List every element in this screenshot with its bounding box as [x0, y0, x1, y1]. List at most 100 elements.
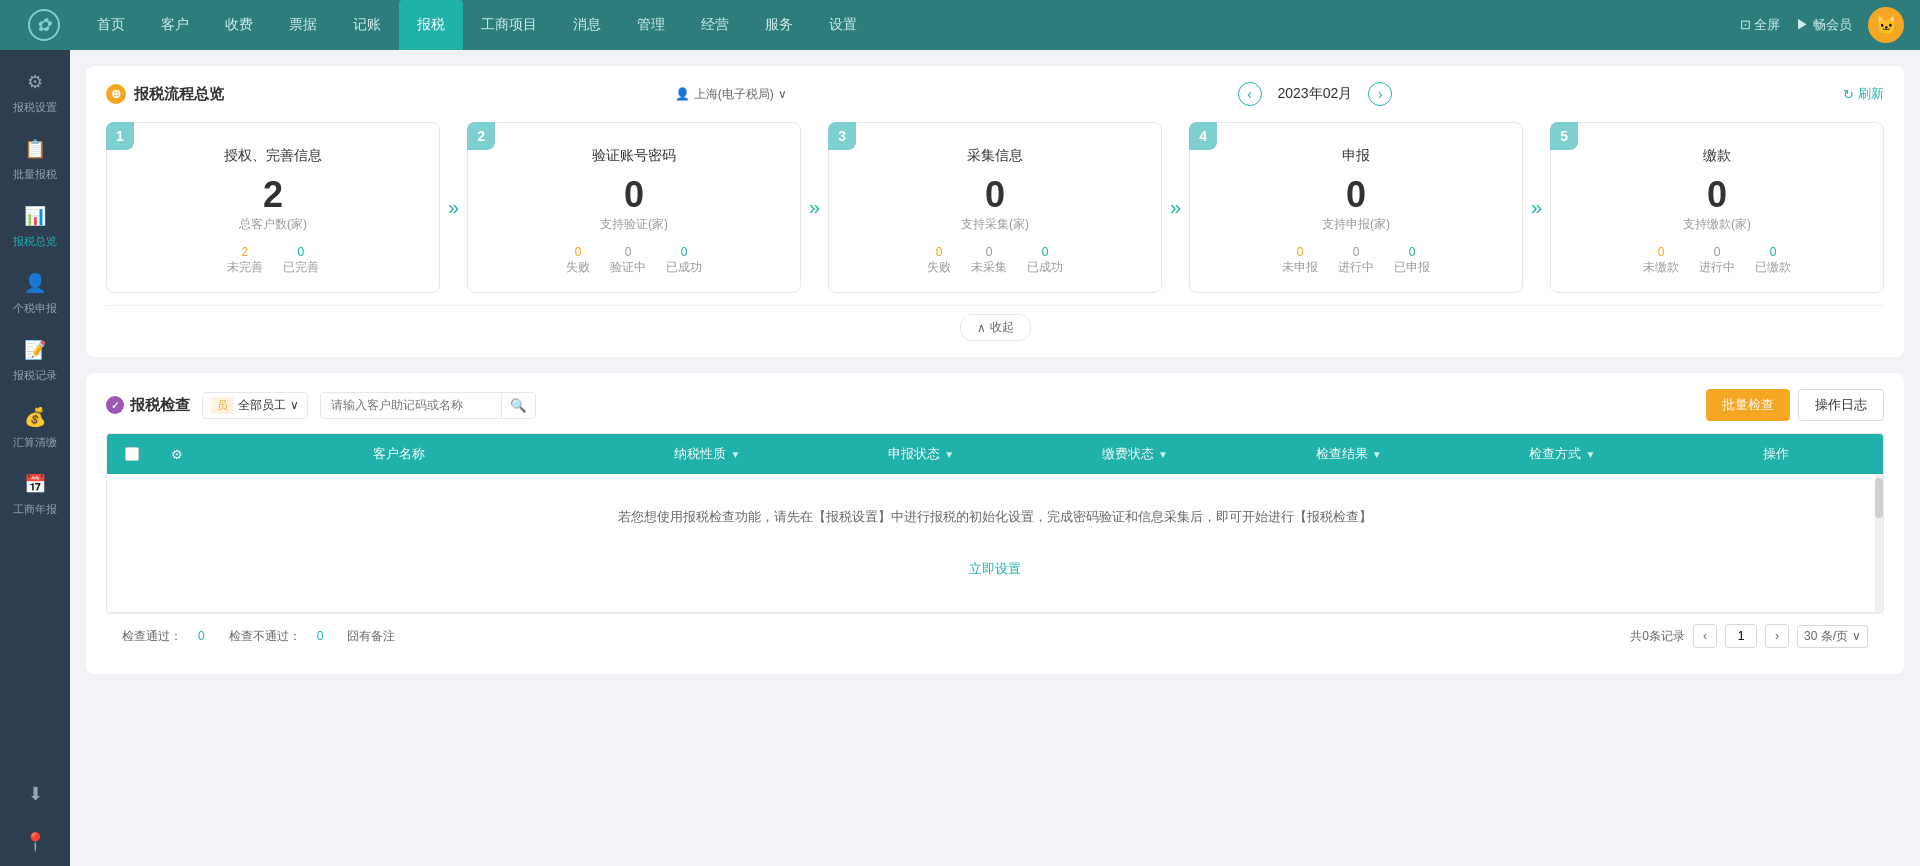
- operation-log-btn[interactable]: 操作日志: [1798, 389, 1884, 421]
- location-icon: 📍: [21, 828, 49, 856]
- chevron-down-icon: ∨: [778, 87, 787, 101]
- sidebar-item-tax-overview[interactable]: 📊 报税总览: [0, 192, 70, 259]
- th-check-result[interactable]: 检查结果 ▼: [1242, 445, 1456, 463]
- sidebar-item-location[interactable]: 📍: [0, 818, 70, 866]
- tax-check-title: 报税检查: [130, 396, 190, 415]
- logo-icon: ✿: [28, 9, 60, 41]
- sidebar-item-annual-settlement[interactable]: 💰 汇算清缴: [0, 393, 70, 460]
- step-3-mid[interactable]: 0未采集: [971, 245, 1007, 276]
- filter-result-icon: ▼: [1372, 449, 1382, 460]
- fail-count[interactable]: 0: [317, 629, 324, 643]
- total-records: 共0条记录: [1630, 628, 1685, 645]
- step-4-fail[interactable]: 0未申报: [1282, 245, 1318, 276]
- refresh-btn[interactable]: ↻ 刷新: [1843, 85, 1884, 103]
- sidebar-item-individual-tax[interactable]: 👤 个税申报: [0, 259, 70, 326]
- step-2-fail[interactable]: 0失败: [566, 245, 590, 276]
- staff-tag: 员: [211, 397, 234, 414]
- collapse-bar: ∧ 收起: [106, 305, 1884, 341]
- per-page-selector[interactable]: 30 条/页 ∨: [1797, 625, 1868, 648]
- nav-settings[interactable]: 设置: [811, 0, 875, 50]
- pass-count[interactable]: 0: [198, 629, 205, 643]
- th-gear[interactable]: ⚙: [157, 447, 197, 462]
- page-input[interactable]: [1725, 624, 1757, 648]
- table-footer: 检查通过： 0 检查不通过： 0 囧有备注 共0条记录 ‹ › 30 条/页 ∨: [106, 613, 1884, 658]
- app-logo[interactable]: ✿: [16, 0, 71, 50]
- nav-fee[interactable]: 收费: [207, 0, 271, 50]
- sidebar-item-download[interactable]: ⬇: [0, 770, 70, 818]
- overview-header: ⊕ 报税流程总览 👤 上海(电子税局) ∨ ‹ 2023年02月 › ↻ 刷新: [106, 82, 1884, 106]
- filter-tax-nature-icon: ▼: [730, 449, 740, 460]
- step-3-stats: 0失败 0未采集 0已成功: [845, 245, 1145, 276]
- header-checkbox[interactable]: [125, 447, 139, 461]
- sidebar: ⚙ 报税设置 📋 批量报税 📊 报税总览 👤 个税申报 📝 报税记录 💰 汇算清…: [0, 50, 70, 866]
- location-text: 上海(电子税局): [694, 86, 774, 103]
- search-button[interactable]: 🔍: [501, 393, 535, 418]
- th-checkbox[interactable]: [107, 447, 157, 461]
- th-declare-status[interactable]: 申报状态 ▼: [814, 445, 1028, 463]
- pass-label: 检查通过：: [122, 628, 182, 645]
- nav-message[interactable]: 消息: [555, 0, 619, 50]
- step-4-mid[interactable]: 0进行中: [1338, 245, 1374, 276]
- next-month-btn[interactable]: ›: [1368, 82, 1392, 106]
- nav-client[interactable]: 客户: [143, 0, 207, 50]
- step-3-success[interactable]: 0已成功: [1027, 245, 1063, 276]
- right-buttons: 批量检查 操作日志: [1706, 389, 1884, 421]
- step-5-fail[interactable]: 0未缴款: [1643, 245, 1679, 276]
- member-btn[interactable]: ▶ 畅会员: [1796, 16, 1852, 34]
- refresh-icon: ↻: [1843, 87, 1854, 102]
- check-icon: ✓: [106, 396, 124, 414]
- location-tag[interactable]: 👤 上海(电子税局) ∨: [675, 86, 787, 103]
- overview-card: ⊕ 报税流程总览 👤 上海(电子税局) ∨ ‹ 2023年02月 › ↻ 刷新: [86, 66, 1904, 357]
- next-page-btn[interactable]: ›: [1765, 624, 1789, 648]
- nav-menu: 首页 客户 收费 票据 记账 报税 工商项目 消息 管理 经营 服务 设置: [79, 0, 1740, 50]
- th-check-method[interactable]: 检查方式 ▼: [1456, 445, 1670, 463]
- step-5-mid[interactable]: 0进行中: [1699, 245, 1735, 276]
- nav-operation[interactable]: 经营: [683, 0, 747, 50]
- staff-label: 全部员工: [238, 397, 286, 414]
- step-3-fail[interactable]: 0失败: [927, 245, 951, 276]
- step-5-stats: 0未缴款 0进行中 0已缴款: [1567, 245, 1867, 276]
- sidebar-item-tax-settings[interactable]: ⚙ 报税设置: [0, 58, 70, 125]
- step-1-success[interactable]: 0已完善: [283, 245, 319, 276]
- step-1-subtitle: 总客户数(家): [123, 216, 423, 233]
- prev-month-btn[interactable]: ‹: [1238, 82, 1262, 106]
- step-1-fail[interactable]: 2未完善: [227, 245, 263, 276]
- nav-home[interactable]: 首页: [79, 0, 143, 50]
- setup-link[interactable]: 立即设置: [969, 561, 1021, 576]
- search-input[interactable]: [321, 393, 501, 417]
- step-2-stats: 0失败 0验证中 0已成功: [484, 245, 784, 276]
- tax-overview-icon: 📊: [21, 202, 49, 230]
- fullscreen-btn[interactable]: ⊡ 全屏: [1740, 16, 1781, 34]
- annual-settlement-icon: 💰: [21, 403, 49, 431]
- sidebar-item-tax-records[interactable]: 📝 报税记录: [0, 326, 70, 393]
- nav-accounting[interactable]: 记账: [335, 0, 399, 50]
- sidebar-item-annual-report[interactable]: 📅 工商年报: [0, 460, 70, 527]
- step-4-success[interactable]: 0已申报: [1394, 245, 1430, 276]
- nav-invoice[interactable]: 票据: [271, 0, 335, 50]
- nav-tax[interactable]: 报税: [399, 0, 463, 50]
- empty-message-text: 若您想使用报税检查功能，请先在【报税设置】中进行报税的初始化设置，完成密码验证和…: [618, 504, 1372, 530]
- batch-check-btn[interactable]: 批量检查: [1706, 389, 1790, 421]
- collapse-btn[interactable]: ∧ 收起: [960, 314, 1031, 341]
- step-2-success[interactable]: 0已成功: [666, 245, 702, 276]
- table-scroll-area: 若您想使用报税检查功能，请先在【报税设置】中进行报税的初始化设置，完成密码验证和…: [107, 474, 1883, 612]
- sidebar-label-annual-settlement: 汇算清缴: [13, 435, 57, 450]
- prev-page-btn[interactable]: ‹: [1693, 624, 1717, 648]
- step-2-mid[interactable]: 0验证中: [610, 245, 646, 276]
- th-pay-status[interactable]: 缴费状态 ▼: [1028, 445, 1242, 463]
- step-2-number: 2: [467, 122, 495, 150]
- footer-pagination: 共0条记录 ‹ › 30 条/页 ∨: [1630, 624, 1868, 648]
- nav-management[interactable]: 管理: [619, 0, 683, 50]
- nav-service[interactable]: 服务: [747, 0, 811, 50]
- scroll-thumb[interactable]: [1875, 478, 1883, 518]
- empty-message: 若您想使用报税检查功能，请先在【报税设置】中进行报税的初始化设置，完成密码验证和…: [598, 474, 1392, 612]
- tax-settings-icon: ⚙: [21, 68, 49, 96]
- th-tax-nature[interactable]: 纳税性质 ▼: [601, 445, 815, 463]
- nav-business[interactable]: 工商项目: [463, 0, 555, 50]
- staff-selector[interactable]: 员 全部员工 ∨: [202, 392, 308, 419]
- collapse-label: 收起: [990, 319, 1014, 336]
- sidebar-label-annual-report: 工商年报: [13, 502, 57, 517]
- scrollbar[interactable]: [1875, 474, 1883, 612]
- step-5-success[interactable]: 0已缴款: [1755, 245, 1791, 276]
- sidebar-item-batch-tax[interactable]: 📋 批量报税: [0, 125, 70, 192]
